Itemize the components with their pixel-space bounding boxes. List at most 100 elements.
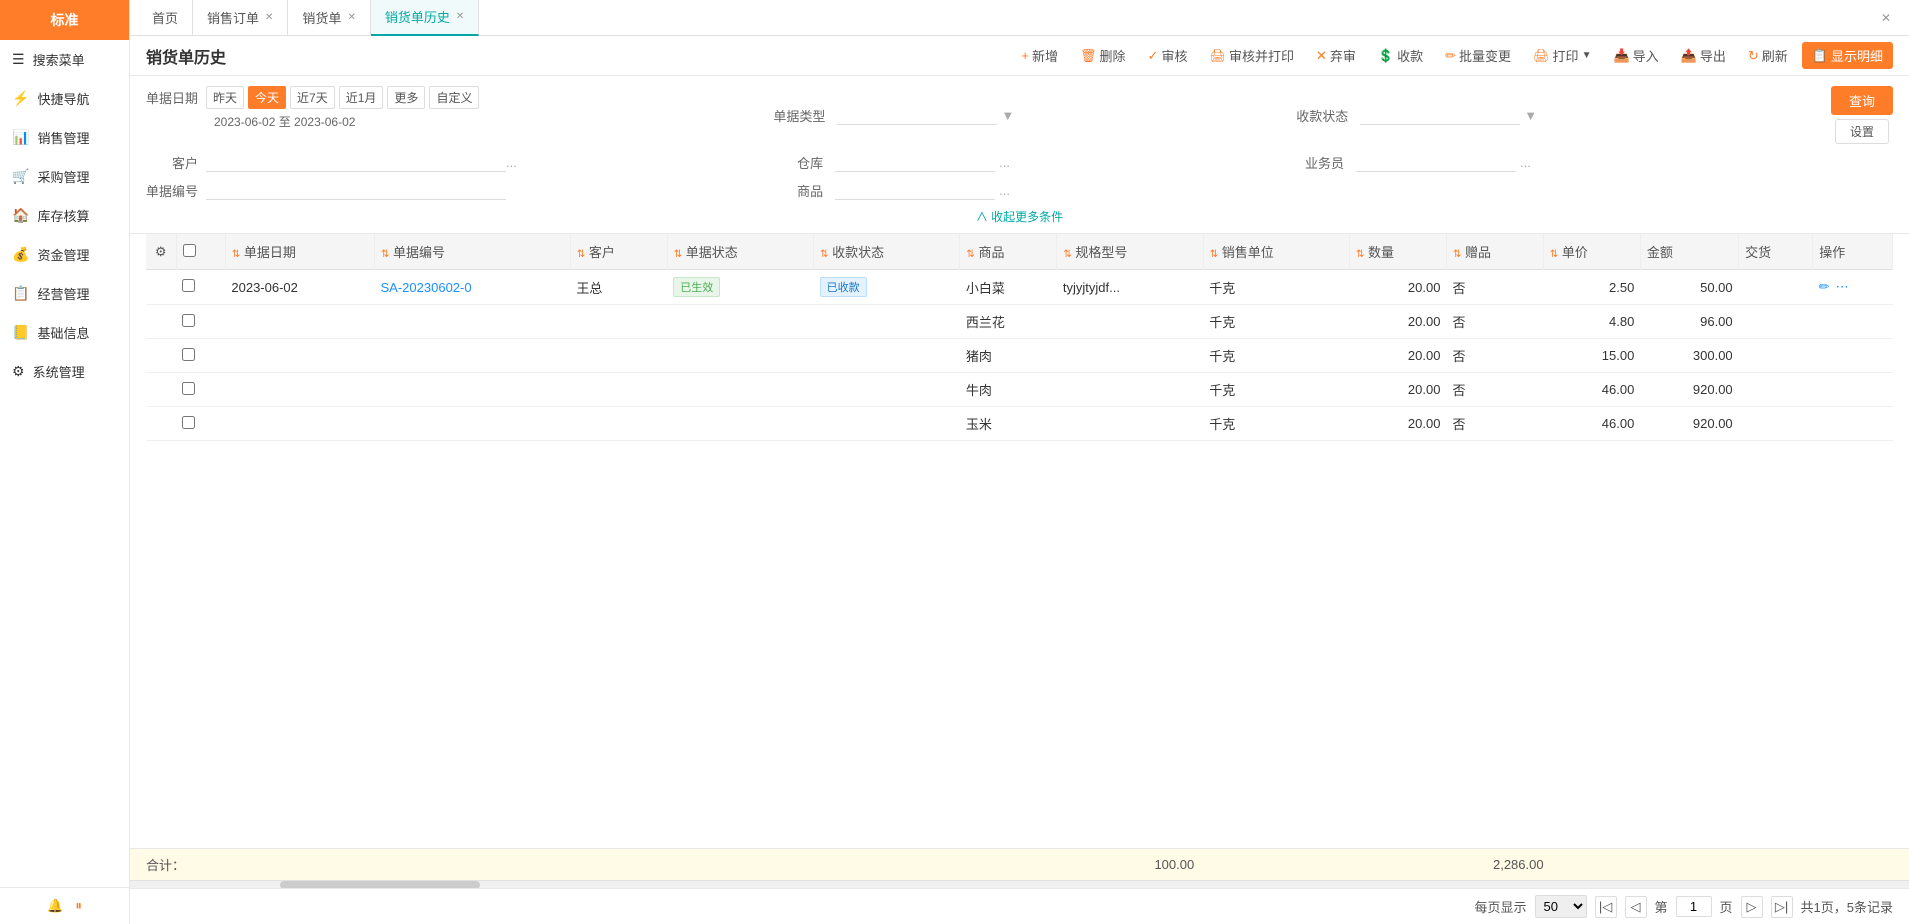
finance-icon: 💰 bbox=[12, 246, 29, 263]
warehouse-input[interactable] bbox=[835, 152, 995, 172]
cell-doc-date bbox=[225, 407, 374, 441]
tab-sales-history[interactable]: 销货单历史 ✕ bbox=[371, 0, 479, 36]
row-checkbox[interactable] bbox=[182, 348, 195, 361]
col-doc-status[interactable]: ⇅ 单据状态 bbox=[667, 234, 813, 270]
sidebar-bottom: 🔔 ⏸ bbox=[0, 887, 129, 924]
sidebar-item-label: 采购管理 bbox=[37, 167, 89, 186]
col-checkbox[interactable] bbox=[176, 234, 225, 270]
query-button[interactable]: 查询 bbox=[1831, 86, 1893, 115]
audit-print-button[interactable]: 🖨 审核并打印 bbox=[1201, 42, 1302, 69]
print-button[interactable]: 🖨 打印 ▼ bbox=[1525, 42, 1599, 69]
col-sales-unit[interactable]: ⇅ 销售单位 bbox=[1203, 234, 1349, 270]
sidebar-item-finance[interactable]: 💰 资金管理 bbox=[0, 235, 129, 274]
cell-checkbox[interactable] bbox=[176, 407, 225, 441]
customer-dots[interactable]: ... bbox=[506, 155, 517, 170]
row-checkbox[interactable] bbox=[182, 382, 195, 395]
collapse-filter[interactable]: ∧ 收起更多条件 bbox=[146, 206, 1893, 227]
pause-icon[interactable]: ⏸ bbox=[75, 898, 82, 914]
cell-checkbox[interactable] bbox=[176, 373, 225, 407]
collect-button[interactable]: 💲 收款 bbox=[1370, 42, 1431, 69]
row-checkbox[interactable] bbox=[182, 314, 195, 327]
audit-button[interactable]: ✓ 审核 bbox=[1140, 42, 1196, 69]
date-btn-yesterday[interactable]: 昨天 bbox=[206, 86, 244, 109]
more-action[interactable]: ⋯ bbox=[1836, 279, 1849, 294]
salesman-input[interactable] bbox=[1356, 152, 1516, 172]
customer-input[interactable] bbox=[206, 152, 506, 172]
doc-type-input[interactable] bbox=[837, 105, 997, 125]
col-customer[interactable]: ⇅ 客户 bbox=[570, 234, 667, 270]
date-btn-today[interactable]: 今天 bbox=[248, 86, 286, 109]
tab-sales-order[interactable]: 销售订单 ✕ bbox=[193, 0, 288, 36]
col-quantity[interactable]: ⇅ 数量 bbox=[1350, 234, 1447, 270]
next-page-button[interactable]: ▷ bbox=[1741, 896, 1763, 918]
row-checkbox[interactable] bbox=[182, 279, 195, 292]
sidebar-item-operations[interactable]: 📋 经营管理 bbox=[0, 274, 129, 313]
col-spec-type[interactable]: ⇅ 规格型号 bbox=[1057, 234, 1203, 270]
cell-sales-unit: 千克 bbox=[1203, 407, 1349, 441]
prev-page-button[interactable]: ◁ bbox=[1625, 896, 1647, 918]
sidebar-item-search-menu[interactable]: ☰ 搜索菜单 bbox=[0, 40, 129, 79]
tab-close-icon[interactable]: ✕ bbox=[456, 11, 464, 22]
new-button[interactable]: + 新增 bbox=[1013, 42, 1066, 69]
last-page-button[interactable]: ▷| bbox=[1771, 896, 1793, 918]
cell-actions bbox=[1813, 339, 1893, 373]
col-gift[interactable]: ⇅ 赠品 bbox=[1446, 234, 1543, 270]
date-btn-7days[interactable]: 近7天 bbox=[290, 86, 335, 109]
sidebar-item-purchase-mgmt[interactable]: 🛒 采购管理 bbox=[0, 157, 129, 196]
col-goods[interactable]: ⇅ 商品 bbox=[960, 234, 1057, 270]
close-all-tabs[interactable]: ✕ bbox=[1871, 11, 1901, 25]
tab-bar: 首页 销售订单 ✕ 销货单 ✕ 销货单历史 ✕ ✕ bbox=[130, 0, 1909, 36]
export-button[interactable]: 📤 导出 bbox=[1673, 42, 1734, 69]
col-doc-no[interactable]: ⇅ 单据编号 bbox=[375, 234, 571, 270]
cell-checkbox[interactable] bbox=[176, 339, 225, 373]
sidebar-item-basic-info[interactable]: 📒 基础信息 bbox=[0, 313, 129, 352]
cell-checkbox[interactable] bbox=[176, 305, 225, 339]
tab-close-icon[interactable]: ✕ bbox=[265, 12, 273, 23]
notification-icon[interactable]: 🔔 bbox=[47, 898, 63, 914]
doc-no-link[interactable]: SA-20230602-0 bbox=[381, 280, 472, 295]
batch-change-button[interactable]: ✏ 批量变更 bbox=[1437, 42, 1519, 69]
horizontal-scrollbar[interactable] bbox=[130, 880, 1909, 888]
cell-spec-type: tyjyjtyjdf... bbox=[1057, 270, 1203, 305]
cell-doc-status bbox=[667, 305, 813, 339]
sidebar-item-sales-mgmt[interactable]: 📊 销售管理 bbox=[0, 118, 129, 157]
col-settings[interactable]: ⚙ bbox=[146, 234, 176, 270]
col-collect-status[interactable]: ⇅ 收款状态 bbox=[814, 234, 960, 270]
cell-checkbox[interactable] bbox=[176, 270, 225, 305]
col-unit-price[interactable]: ⇅ 单价 bbox=[1543, 234, 1640, 270]
date-btn-1month[interactable]: 近1月 bbox=[339, 86, 384, 109]
first-page-button[interactable]: |◁ bbox=[1595, 896, 1617, 918]
col-doc-date[interactable]: ⇅ 单据日期 bbox=[225, 234, 374, 270]
sidebar-item-inventory[interactable]: 🏠 库存核算 bbox=[0, 196, 129, 235]
refresh-button[interactable]: ↻ 刷新 bbox=[1740, 42, 1796, 69]
tab-sales-goods[interactable]: 销货单 ✕ bbox=[288, 0, 370, 36]
cell-spec-type bbox=[1057, 407, 1203, 441]
warehouse-dots[interactable]: ... bbox=[999, 155, 1010, 170]
doc-no-input[interactable] bbox=[206, 180, 506, 200]
inventory-icon: 🏠 bbox=[12, 207, 29, 224]
cell-goods: 小白菜 bbox=[960, 270, 1057, 305]
goods-input[interactable] bbox=[835, 180, 995, 200]
select-all-checkbox[interactable] bbox=[183, 244, 196, 257]
table-row: 西兰花 千克 20.00 否 4.80 96.00 bbox=[146, 305, 1893, 339]
settings-button[interactable]: 设置 bbox=[1835, 119, 1889, 144]
delete-button[interactable]: 🗑 删除 bbox=[1072, 42, 1134, 69]
salesman-dots[interactable]: ... bbox=[1520, 155, 1531, 170]
sidebar-item-sys-mgmt[interactable]: ⚙ 系统管理 bbox=[0, 352, 129, 391]
tab-close-icon[interactable]: ✕ bbox=[347, 12, 355, 23]
goods-dots[interactable]: ... bbox=[999, 183, 1010, 198]
col-amount[interactable]: 金额 bbox=[1640, 234, 1738, 270]
date-btn-custom[interactable]: 自定义 bbox=[429, 86, 479, 109]
edit-action[interactable]: ✏ bbox=[1819, 279, 1830, 294]
page-number-input[interactable] bbox=[1676, 896, 1712, 917]
row-checkbox[interactable] bbox=[182, 416, 195, 429]
collect-status-input[interactable] bbox=[1360, 105, 1520, 125]
col-transaction[interactable]: 交货 bbox=[1739, 234, 1813, 270]
tab-home[interactable]: 首页 bbox=[138, 0, 193, 36]
date-btn-more[interactable]: 更多 bbox=[387, 86, 425, 109]
page-size-select[interactable]: 50 20 100 bbox=[1535, 895, 1587, 918]
sidebar-item-quick-nav[interactable]: ⚡ 快捷导航 bbox=[0, 79, 129, 118]
abandon-button[interactable]: ✕ 弃审 bbox=[1308, 42, 1364, 69]
import-button[interactable]: 📥 导入 bbox=[1605, 42, 1666, 69]
show-detail-button[interactable]: 📋 显示明细 bbox=[1802, 42, 1893, 69]
